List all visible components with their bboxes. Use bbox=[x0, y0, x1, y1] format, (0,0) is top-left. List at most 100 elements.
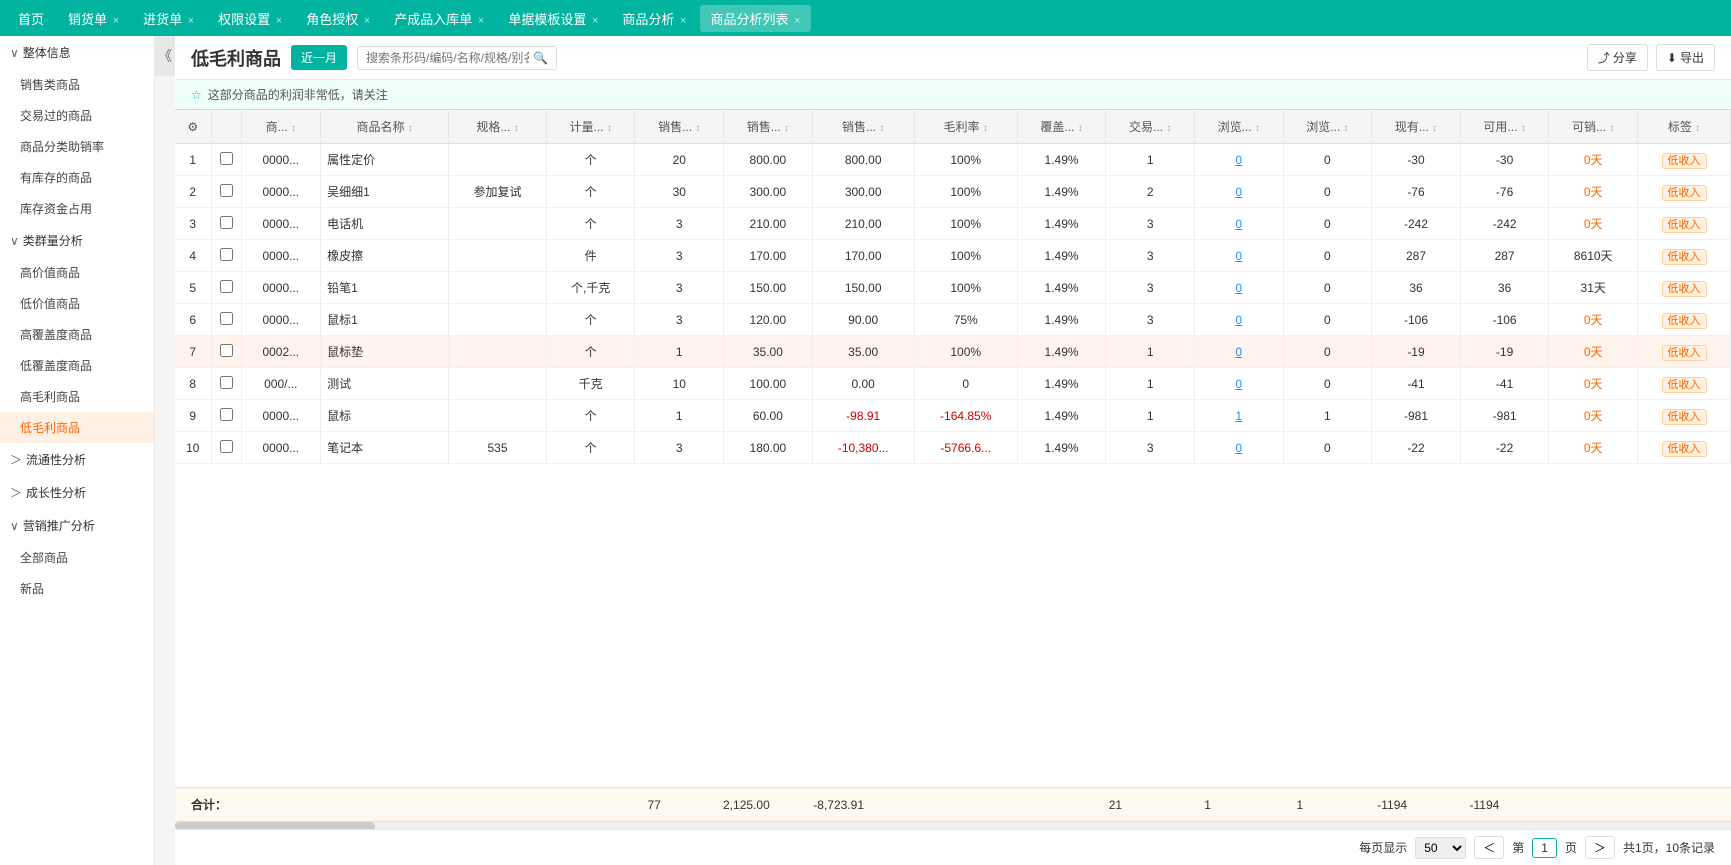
row-checkbox-9[interactable] bbox=[220, 440, 233, 453]
nav-goods-analysis-list[interactable]: 商品分析列表 × bbox=[700, 5, 810, 32]
btn-export[interactable]: ⬇ 导出 bbox=[1656, 44, 1715, 71]
row-checkbox-3[interactable] bbox=[220, 248, 233, 261]
sidebar-section-marketing[interactable]: ∨ 营销推广分析 bbox=[0, 509, 154, 542]
th-code[interactable]: 商... ↕ bbox=[241, 110, 321, 144]
td-check-5[interactable] bbox=[211, 304, 241, 336]
td-view1-7[interactable]: 0 bbox=[1194, 368, 1283, 400]
sidebar-item-in-stock[interactable]: 有库存的商品 bbox=[0, 162, 154, 193]
th-sales-count[interactable]: 销售... ↕ bbox=[635, 110, 724, 144]
th-current-stock[interactable]: 现有... ↕ bbox=[1372, 110, 1461, 144]
nav-close-permissions[interactable]: × bbox=[276, 15, 282, 27]
btn-recent-month[interactable]: 近一月 bbox=[291, 45, 347, 70]
th-gross-margin[interactable]: 毛利率 ↕ bbox=[914, 110, 1017, 144]
nav-close-inbound[interactable]: × bbox=[478, 15, 484, 27]
view1-link-0[interactable]: 0 bbox=[1235, 153, 1242, 167]
view1-link-8[interactable]: 1 bbox=[1235, 409, 1242, 423]
sidebar-collapse-btn[interactable]: 《 bbox=[155, 36, 175, 76]
row-checkbox-8[interactable] bbox=[220, 408, 233, 421]
td-view1-4[interactable]: 0 bbox=[1194, 272, 1283, 304]
td-view1-9[interactable]: 0 bbox=[1194, 432, 1283, 464]
td-check-7[interactable] bbox=[211, 368, 241, 400]
td-view1-6[interactable]: 0 bbox=[1194, 336, 1283, 368]
prev-page-btn[interactable]: ＜ bbox=[1474, 836, 1504, 859]
sidebar-item-high-margin[interactable]: 高毛利商品 bbox=[0, 381, 154, 412]
th-sales-profit[interactable]: 销售... ↕ bbox=[812, 110, 914, 144]
sidebar-item-high-coverage[interactable]: 高覆盖度商品 bbox=[0, 319, 154, 350]
sidebar-item-low-value[interactable]: 低价值商品 bbox=[0, 288, 154, 319]
view1-link-5[interactable]: 0 bbox=[1235, 313, 1242, 327]
btn-share[interactable]: ⤴ 分享 bbox=[1587, 44, 1648, 71]
td-check-6[interactable] bbox=[211, 336, 241, 368]
next-page-btn[interactable]: ＞ bbox=[1585, 836, 1615, 859]
view1-link-9[interactable]: 0 bbox=[1235, 441, 1242, 455]
sidebar-item-low-margin[interactable]: 低毛利商品 bbox=[0, 412, 154, 443]
per-page-select[interactable]: 50 100 200 bbox=[1415, 837, 1466, 859]
sidebar-item-low-coverage[interactable]: 低覆盖度商品 bbox=[0, 350, 154, 381]
td-view1-1[interactable]: 0 bbox=[1194, 176, 1283, 208]
nav-close-goods-analysis[interactable]: × bbox=[680, 15, 686, 27]
th-trade[interactable]: 交易... ↕ bbox=[1106, 110, 1195, 144]
sidebar-section-cluster[interactable]: ∨ 类群量分析 bbox=[0, 224, 154, 257]
th-name[interactable]: 商品名称 ↕ bbox=[321, 110, 449, 144]
nav-permissions[interactable]: 权限设置 × bbox=[208, 5, 292, 32]
nav-home[interactable]: 首页 bbox=[8, 5, 54, 32]
sidebar-section-flow[interactable]: ＞ 流通性分析 bbox=[0, 443, 154, 476]
nav-template-settings[interactable]: 单据模板设置 × bbox=[498, 5, 608, 32]
sidebar-item-sales-goods[interactable]: 销售类商品 bbox=[0, 69, 154, 100]
nav-purchase[interactable]: 进货单 × bbox=[133, 5, 204, 32]
table-container[interactable]: ⚙ 商... ↕ 商品名称 ↕ 规格... ↕ 计量... ↕ 销售... ↕ … bbox=[175, 110, 1731, 787]
td-view1-8[interactable]: 1 bbox=[1194, 400, 1283, 432]
nav-product-inbound[interactable]: 产成品入库单 × bbox=[384, 5, 494, 32]
row-checkbox-6[interactable] bbox=[220, 344, 233, 357]
sidebar-section-growth[interactable]: ＞ 成长性分析 bbox=[0, 476, 154, 509]
row-checkbox-5[interactable] bbox=[220, 312, 233, 325]
th-settings[interactable]: ⚙ bbox=[175, 110, 211, 144]
td-view1-0[interactable]: 0 bbox=[1194, 144, 1283, 176]
th-saleable[interactable]: 可销... ↕ bbox=[1549, 110, 1638, 144]
td-check-4[interactable] bbox=[211, 272, 241, 304]
row-checkbox-0[interactable] bbox=[220, 152, 233, 165]
sidebar-section-overall[interactable]: ∨ 整体信息 bbox=[0, 36, 154, 69]
nav-close-template[interactable]: × bbox=[592, 15, 598, 27]
search-input[interactable] bbox=[366, 51, 529, 65]
view1-link-3[interactable]: 0 bbox=[1235, 249, 1242, 263]
td-check-3[interactable] bbox=[211, 240, 241, 272]
th-tag[interactable]: 标签 ↕ bbox=[1638, 110, 1731, 144]
sidebar-item-all-goods[interactable]: 全部商品 bbox=[0, 542, 154, 573]
sidebar-item-category-rate[interactable]: 商品分类助销率 bbox=[0, 131, 154, 162]
row-checkbox-4[interactable] bbox=[220, 280, 233, 293]
td-check-0[interactable] bbox=[211, 144, 241, 176]
view1-link-7[interactable]: 0 bbox=[1235, 377, 1242, 391]
th-view2[interactable]: 浏览... ↕ bbox=[1283, 110, 1372, 144]
td-check-8[interactable] bbox=[211, 400, 241, 432]
row-checkbox-1[interactable] bbox=[220, 184, 233, 197]
horizontal-scrollbar[interactable] bbox=[175, 821, 1731, 829]
sidebar-item-capital[interactable]: 库存资金占用 bbox=[0, 193, 154, 224]
th-view1[interactable]: 浏览... ↕ bbox=[1194, 110, 1283, 144]
th-sales-price[interactable]: 销售... ↕ bbox=[724, 110, 813, 144]
sidebar-item-high-value[interactable]: 高价值商品 bbox=[0, 257, 154, 288]
td-check-9[interactable] bbox=[211, 432, 241, 464]
th-coverage[interactable]: 覆盖... ↕ bbox=[1017, 110, 1106, 144]
td-check-2[interactable] bbox=[211, 208, 241, 240]
th-spec[interactable]: 规格... ↕ bbox=[449, 110, 547, 144]
nav-close-purchase[interactable]: × bbox=[188, 15, 194, 27]
view1-link-6[interactable]: 0 bbox=[1235, 345, 1242, 359]
nav-role-auth[interactable]: 角色授权 × bbox=[296, 5, 380, 32]
nav-close-sales[interactable]: × bbox=[113, 15, 119, 27]
th-available[interactable]: 可用... ↕ bbox=[1460, 110, 1549, 144]
view1-link-4[interactable]: 0 bbox=[1235, 281, 1242, 295]
td-view1-3[interactable]: 0 bbox=[1194, 240, 1283, 272]
row-checkbox-7[interactable] bbox=[220, 376, 233, 389]
nav-close-goods-list[interactable]: × bbox=[794, 15, 800, 27]
row-checkbox-2[interactable] bbox=[220, 216, 233, 229]
sidebar-item-new-goods[interactable]: 新品 bbox=[0, 573, 154, 604]
view1-link-1[interactable]: 0 bbox=[1235, 185, 1242, 199]
sidebar-item-traded-goods[interactable]: 交易过的商品 bbox=[0, 100, 154, 131]
nav-close-role[interactable]: × bbox=[364, 15, 370, 27]
td-check-1[interactable] bbox=[211, 176, 241, 208]
nav-goods-analysis[interactable]: 商品分析 × bbox=[612, 5, 696, 32]
td-view1-2[interactable]: 0 bbox=[1194, 208, 1283, 240]
view1-link-2[interactable]: 0 bbox=[1235, 217, 1242, 231]
td-view1-5[interactable]: 0 bbox=[1194, 304, 1283, 336]
